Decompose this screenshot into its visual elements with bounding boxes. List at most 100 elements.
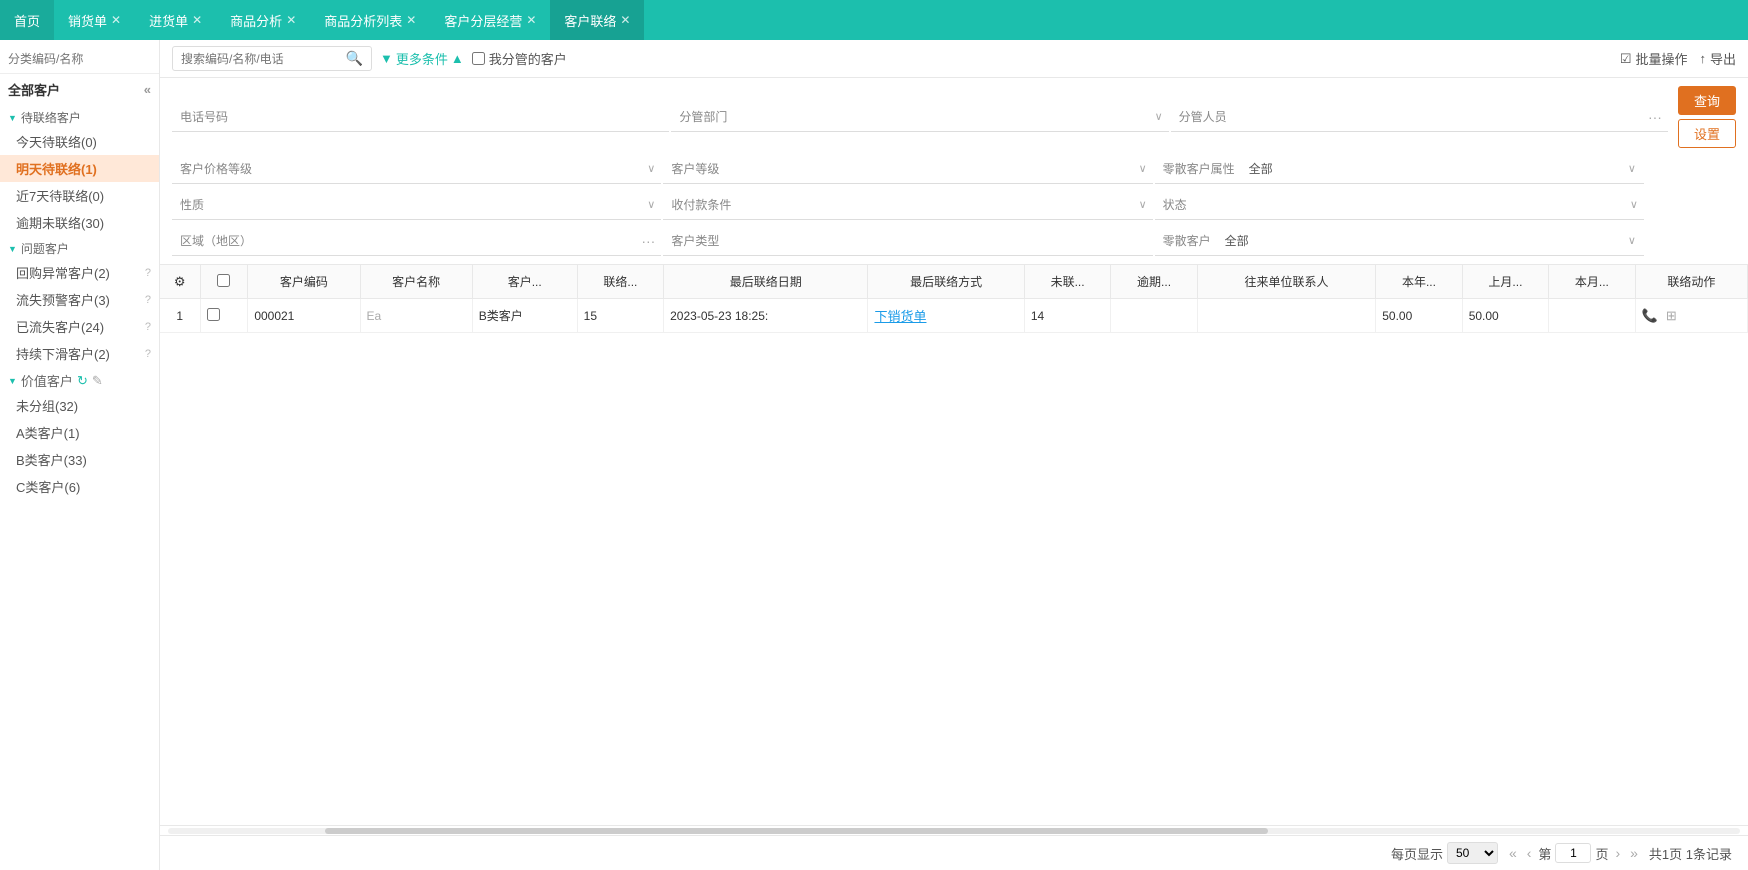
row-code: 000021 bbox=[248, 299, 360, 333]
all-customers-label: 全部客户 bbox=[8, 80, 60, 99]
sidebar-item-declining[interactable]: 持续下滑客户(2)? bbox=[0, 340, 159, 367]
nav-close-sales[interactable]: ✕ bbox=[111, 13, 121, 27]
sidebar-item-7days[interactable]: 近7天待联络(0) bbox=[0, 182, 159, 209]
chevron-down-icon-retail: ∨ bbox=[1628, 162, 1636, 175]
filter-retail-attr-label: 零散客户属性 bbox=[1163, 160, 1235, 177]
main-layout: 🔍 全部客户 « 待联络客户 今天待联络(0) 明天待联络(1) 近7天待联络(… bbox=[0, 40, 1748, 870]
page-first-btn[interactable]: « bbox=[1506, 844, 1520, 862]
filter-retail: 零散客户 全部 ∨ bbox=[1155, 226, 1644, 256]
search-icon[interactable]: 🔍 bbox=[346, 50, 363, 67]
filter-phone: 电话号码 bbox=[172, 102, 669, 132]
nav-close-customer-contact[interactable]: ✕ bbox=[620, 13, 630, 27]
sidebar-search-input[interactable] bbox=[8, 52, 160, 66]
nav-close-analysis-list[interactable]: ✕ bbox=[406, 13, 416, 27]
export-icon: ↑ bbox=[1699, 51, 1706, 66]
nav-item-analysis-list[interactable]: 商品分析列表 ✕ bbox=[310, 0, 430, 40]
grid-icon[interactable]: ⊞ bbox=[1666, 308, 1677, 324]
col-last-date: 最后联络日期 bbox=[664, 265, 868, 299]
filter-retail-val: 全部 bbox=[1225, 232, 1622, 249]
page-unit: 页 bbox=[1595, 844, 1608, 863]
sidebar-group-problem: 问题客户 bbox=[0, 236, 159, 259]
row-select-checkbox[interactable] bbox=[207, 308, 220, 321]
export-btn[interactable]: ↑ 导出 bbox=[1699, 49, 1736, 68]
col-this-year: 本年... bbox=[1376, 265, 1462, 299]
col-setting[interactable]: ⚙ bbox=[160, 265, 200, 299]
row-this-month bbox=[1549, 299, 1635, 333]
action-icons: 📞 ⊞ bbox=[1642, 308, 1741, 324]
edit-icon[interactable]: ✎ bbox=[92, 373, 103, 389]
filter-price-level-label: 客户价格等级 bbox=[180, 160, 252, 177]
nav-item-analysis[interactable]: 商品分析 ✕ bbox=[216, 0, 310, 40]
nav-close-purchase[interactable]: ✕ bbox=[192, 13, 202, 27]
filter-dept: 分管部门 ∨ bbox=[671, 102, 1168, 132]
my-customers-checkbox[interactable] bbox=[472, 52, 485, 65]
scrollbar-thumb[interactable] bbox=[325, 828, 1268, 834]
page-number-input[interactable] bbox=[1555, 843, 1591, 863]
sidebar-collapse-icon[interactable]: « bbox=[144, 82, 151, 97]
sidebar: 🔍 全部客户 « 待联络客户 今天待联络(0) 明天待联络(1) 近7天待联络(… bbox=[0, 40, 160, 870]
row-customer-type: B类客户 bbox=[472, 299, 577, 333]
table-header-row: ⚙ 客户编码 客户名称 客户... 联络... 最后联络日期 最后联络方式 未联… bbox=[160, 265, 1748, 299]
top-nav: 首页 销货单 ✕ 进货单 ✕ 商品分析 ✕ 商品分析列表 ✕ 客户分层经营 ✕ … bbox=[0, 0, 1748, 40]
chevron-up-icon: ▲ bbox=[451, 51, 464, 66]
sidebar-item-repurchase[interactable]: 回购异常客户(2)? bbox=[0, 259, 159, 286]
table-area: ⚙ 客户编码 客户名称 客户... 联络... 最后联络日期 最后联络方式 未联… bbox=[160, 265, 1748, 825]
page-size-label: 每页显示 bbox=[1391, 844, 1443, 863]
nav-close-customer-tier[interactable]: ✕ bbox=[526, 13, 536, 27]
row-name: Ea bbox=[360, 299, 472, 333]
last-method-link[interactable]: 下销货单 bbox=[874, 309, 926, 324]
page-size-select[interactable]: 50 100 bbox=[1447, 842, 1498, 864]
filter-price-level: 客户价格等级 ∨ bbox=[172, 154, 661, 184]
filter-row-1: 电话号码 分管部门 ∨ 分管人员 ··· 查询 设置 bbox=[172, 86, 1736, 148]
sidebar-item-class-b[interactable]: B类客户(33) bbox=[0, 446, 159, 473]
search-wrap: 🔍 bbox=[172, 46, 372, 71]
filter-region: 区域（地区） ··· bbox=[172, 226, 661, 256]
setting-icon[interactable]: ⚙ bbox=[174, 274, 186, 289]
batch-op-btn[interactable]: ☑ 批量操作 bbox=[1620, 49, 1688, 68]
page-prev-btn[interactable]: ‹ bbox=[1524, 844, 1535, 862]
col-customer-type: 客户... bbox=[472, 265, 577, 299]
query-button[interactable]: 查询 bbox=[1678, 86, 1736, 115]
nav-close-analysis[interactable]: ✕ bbox=[286, 13, 296, 27]
page-last-btn[interactable]: » bbox=[1627, 844, 1641, 862]
sidebar-item-overdue[interactable]: 逾期未联络(30) bbox=[0, 209, 159, 236]
settings-button[interactable]: 设置 bbox=[1678, 119, 1736, 148]
nav-item-customer-contact[interactable]: 客户联络 ✕ bbox=[550, 0, 644, 40]
filter-retail-attr-val: 全部 bbox=[1249, 160, 1622, 177]
chevron-down-icon-price: ∨ bbox=[647, 162, 655, 175]
sidebar-item-tomorrow[interactable]: 明天待联络(1) bbox=[0, 155, 159, 182]
row-last-month: 50.00 bbox=[1462, 299, 1548, 333]
sidebar-item-today[interactable]: 今天待联络(0) bbox=[0, 128, 159, 155]
page-next-btn[interactable]: › bbox=[1612, 844, 1623, 862]
filter-retail-attr: 零散客户属性 全部 ∨ bbox=[1155, 154, 1644, 184]
scrollbar-track[interactable] bbox=[168, 828, 1740, 834]
dots-icon-person[interactable]: ··· bbox=[1648, 109, 1662, 125]
row-overdue bbox=[1111, 299, 1197, 333]
filter-customer-type: 客户类型 bbox=[663, 226, 1152, 256]
sidebar-item-class-a[interactable]: A类客户(1) bbox=[0, 419, 159, 446]
nav-item-customer-tier[interactable]: 客户分层经营 ✕ bbox=[430, 0, 550, 40]
nav-item-home[interactable]: 首页 bbox=[0, 0, 54, 40]
sidebar-item-lost[interactable]: 已流失客户(24)? bbox=[0, 313, 159, 340]
nav-item-sales[interactable]: 销货单 ✕ bbox=[54, 0, 135, 40]
refresh-icon[interactable]: ↻ bbox=[77, 373, 88, 389]
sidebar-item-ungroup[interactable]: 未分组(32) bbox=[0, 392, 159, 419]
dots-icon-region[interactable]: ··· bbox=[641, 233, 655, 249]
col-name: 客户名称 bbox=[360, 265, 472, 299]
sidebar-group-value: 价值客户 ↻ ✎ bbox=[0, 367, 159, 392]
sidebar-item-lostwarning[interactable]: 流失预警客户(3)? bbox=[0, 286, 159, 313]
phone-icon[interactable]: 📞 bbox=[1642, 308, 1658, 324]
row-action: 📞 ⊞ bbox=[1635, 299, 1747, 333]
sidebar-item-class-c[interactable]: C类客户(6) bbox=[0, 473, 159, 500]
select-all-checkbox[interactable] bbox=[217, 274, 230, 287]
filter-region-label: 区域（地区） bbox=[180, 232, 252, 249]
nav-item-purchase[interactable]: 进货单 ✕ bbox=[135, 0, 216, 40]
search-input[interactable] bbox=[181, 52, 346, 66]
more-conditions-btn[interactable]: ▼ 更多条件 ▲ bbox=[380, 49, 464, 68]
sidebar-all-customers[interactable]: 全部客户 « bbox=[0, 74, 159, 105]
chevron-down-icon-nature: ∨ bbox=[647, 198, 655, 211]
filter-icon: ▼ bbox=[380, 51, 393, 66]
filter-row-2: 客户价格等级 ∨ 客户等级 ∨ 零散客户属性 全部 ∨ bbox=[172, 154, 1736, 184]
filter-payment: 收付款条件 ∨ bbox=[663, 190, 1152, 220]
scrollbar-area bbox=[160, 825, 1748, 835]
